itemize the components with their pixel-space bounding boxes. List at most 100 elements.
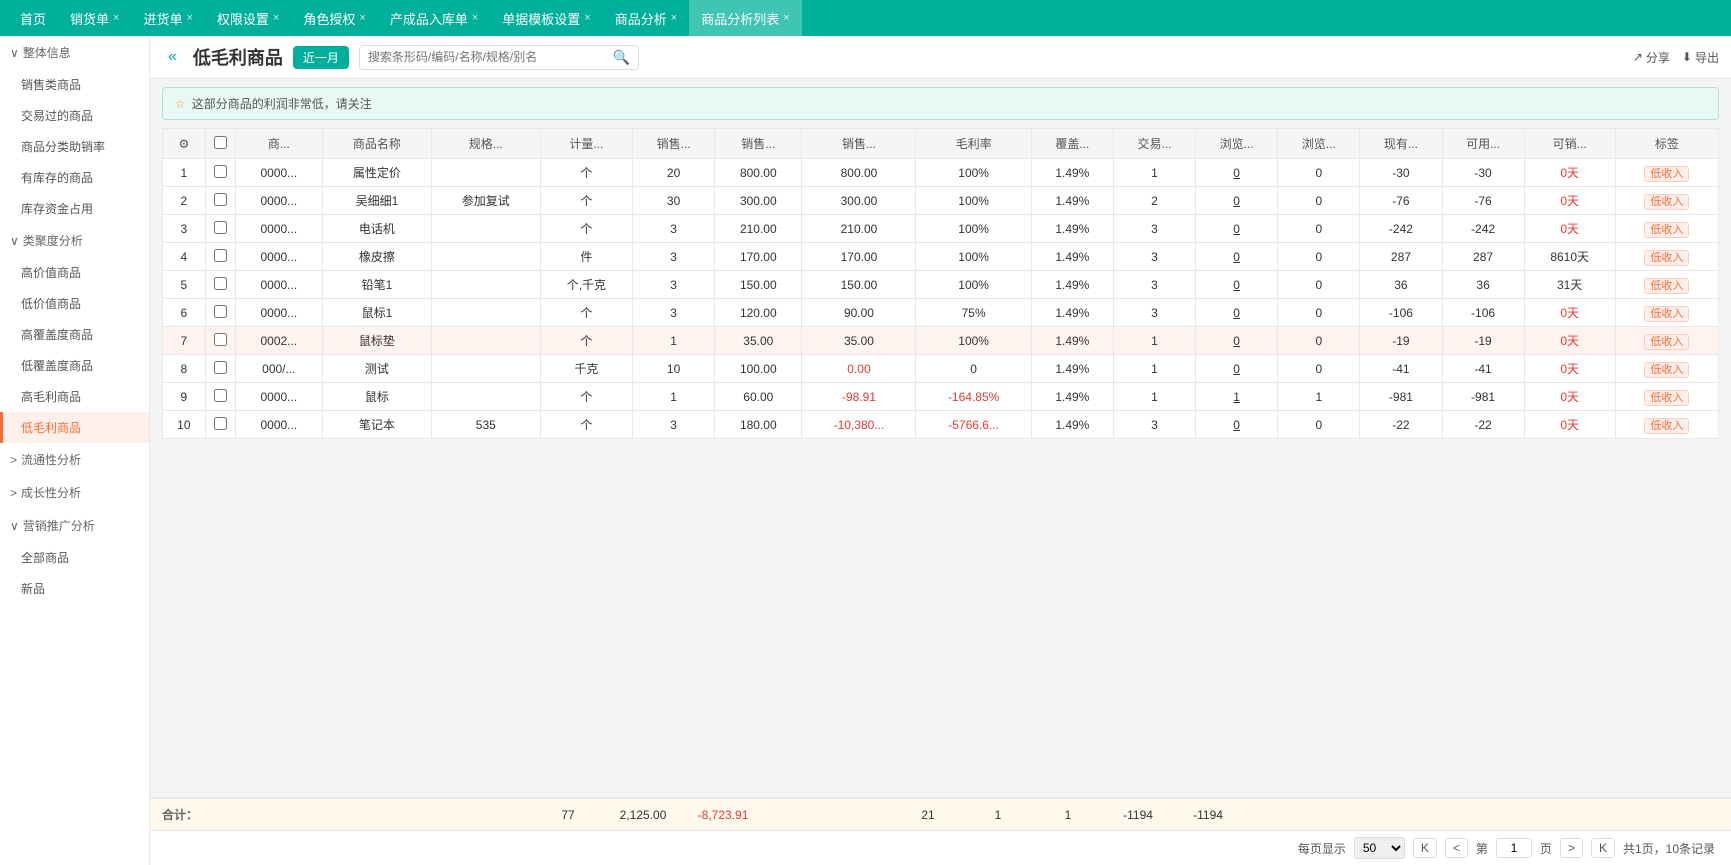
row-checkbox[interactable]: [214, 333, 227, 346]
sidebar-group-marketing[interactable]: ∨ 营销推广分析: [0, 509, 149, 542]
nav-permissions-close[interactable]: ×: [273, 12, 279, 24]
row-view1-cell[interactable]: 0: [1196, 327, 1278, 355]
nav-home[interactable]: 首页: [8, 0, 58, 36]
row-view1-cell[interactable]: 0: [1196, 215, 1278, 243]
page-size-select[interactable]: 50 100 200: [1354, 837, 1405, 859]
row-trade-cell: 3: [1113, 243, 1195, 271]
search-box[interactable]: 🔍: [359, 45, 639, 70]
row-checkbox-cell[interactable]: [205, 271, 235, 299]
sidebar-item-low-margin[interactable]: 低毛利商品: [0, 412, 149, 443]
sidebar-item-high-coverage[interactable]: 高覆盖度商品: [0, 319, 149, 350]
sidebar-group-liquidity[interactable]: > 流通性分析: [0, 443, 149, 476]
nav-template[interactable]: 单据模板设置 ×: [490, 0, 602, 36]
row-view1-cell[interactable]: 0: [1196, 299, 1278, 327]
export-button[interactable]: ⬇ 导出: [1682, 49, 1719, 66]
sidebar-item-new-products[interactable]: 新品: [0, 573, 149, 604]
row-sales-price-cell: 100.00: [715, 355, 802, 383]
nav-product-analysis-close[interactable]: ×: [671, 12, 677, 24]
row-checkbox[interactable]: [214, 417, 227, 430]
row-view1-cell[interactable]: 0: [1196, 243, 1278, 271]
row-checkbox-cell[interactable]: [205, 243, 235, 271]
row-checkbox[interactable]: [214, 389, 227, 402]
row-view1-cell[interactable]: 0: [1196, 411, 1278, 439]
nav-sales[interactable]: 销货单 ×: [58, 0, 131, 36]
col-settings[interactable]: ⚙: [163, 129, 206, 159]
row-checkbox-cell[interactable]: [205, 411, 235, 439]
nav-purchase-close[interactable]: ×: [186, 12, 192, 24]
row-trade-cell: 3: [1113, 271, 1195, 299]
sidebar-item-low-coverage[interactable]: 低覆盖度商品: [0, 350, 149, 381]
row-checkbox-cell[interactable]: [205, 327, 235, 355]
sidebar-item-high-value[interactable]: 高价值商品: [0, 257, 149, 288]
nav-product-analysis-list-close[interactable]: ×: [783, 12, 789, 24]
sidebar-group-overview[interactable]: ∨ 整体信息: [0, 36, 149, 69]
row-checkbox[interactable]: [214, 305, 227, 318]
sidebar-group-cluster[interactable]: ∨ 类聚度分析: [0, 224, 149, 257]
sidebar-item-in-stock[interactable]: 有库存的商品: [0, 162, 149, 193]
nav-product-entry[interactable]: 产成品入库单 ×: [378, 0, 490, 36]
row-trade-cell: 1: [1113, 159, 1195, 187]
row-sales-price-cell: 150.00: [715, 271, 802, 299]
row-checkbox[interactable]: [214, 165, 227, 178]
row-checkbox-cell[interactable]: [205, 159, 235, 187]
sidebar-item-all-products[interactable]: 全部商品: [0, 542, 149, 573]
row-checkbox-cell[interactable]: [205, 383, 235, 411]
table-row: 7 0002... 鼠标垫 个 1 35.00 35.00 100% 1.49%…: [163, 327, 1719, 355]
nav-roles-close[interactable]: ×: [359, 12, 365, 24]
sidebar-item-low-value[interactable]: 低价值商品: [0, 288, 149, 319]
sidebar-item-traded-products[interactable]: 交易过的商品: [0, 100, 149, 131]
export-icon: ⬇: [1682, 50, 1692, 64]
sidebar-collapse-button[interactable]: «: [162, 48, 183, 66]
first-page-button[interactable]: K: [1413, 838, 1437, 858]
last-page-button[interactable]: K: [1591, 838, 1615, 858]
nav-sales-close[interactable]: ×: [113, 12, 119, 24]
search-input[interactable]: [368, 50, 613, 64]
row-checkbox[interactable]: [214, 249, 227, 262]
row-checkbox[interactable]: [214, 221, 227, 234]
row-view1-cell[interactable]: 1: [1196, 383, 1278, 411]
time-filter-button[interactable]: 近一月: [293, 46, 349, 69]
tag-badge: 低收入: [1644, 250, 1689, 266]
row-checkbox-cell[interactable]: [205, 215, 235, 243]
row-view1-cell[interactable]: 0: [1196, 355, 1278, 383]
row-checkbox[interactable]: [214, 361, 227, 374]
select-all-checkbox[interactable]: [214, 136, 227, 149]
prev-page-button[interactable]: <: [1445, 838, 1468, 858]
share-button[interactable]: ↗ 分享: [1633, 49, 1670, 66]
row-sales-amount-cell: -98.91: [802, 383, 916, 411]
row-view1-cell[interactable]: 0: [1196, 271, 1278, 299]
sidebar-item-high-margin[interactable]: 高毛利商品: [0, 381, 149, 412]
row-checkbox[interactable]: [214, 193, 227, 206]
col-select-all[interactable]: [205, 129, 235, 159]
nav-roles[interactable]: 角色授权 ×: [291, 0, 377, 36]
col-view1-header: 浏览...: [1196, 129, 1278, 159]
row-view2-cell: 0: [1278, 299, 1360, 327]
row-sales-amount-cell: 800.00: [802, 159, 916, 187]
row-trade-cell: 1: [1113, 383, 1195, 411]
nav-template-close[interactable]: ×: [584, 12, 590, 24]
row-code-cell: 0000...: [235, 383, 322, 411]
table-area: ⚙ 商... 商品名称 规格... 计量... 销售... 销售... 销售..…: [150, 128, 1731, 797]
row-checkbox-cell[interactable]: [205, 299, 235, 327]
row-checkbox-cell[interactable]: [205, 355, 235, 383]
nav-product-entry-close[interactable]: ×: [472, 12, 478, 24]
row-view1-cell[interactable]: 0: [1196, 159, 1278, 187]
sidebar-item-stock-capital[interactable]: 库存资金占用: [0, 193, 149, 224]
page-number-input[interactable]: [1496, 838, 1532, 858]
sidebar-item-category-rate[interactable]: 商品分类助销率: [0, 131, 149, 162]
row-checkbox[interactable]: [214, 277, 227, 290]
sidebar-item-sales-products[interactable]: 销售类商品: [0, 69, 149, 100]
row-tag-cell: 低收入: [1615, 187, 1718, 215]
row-code-cell: 0000...: [235, 187, 322, 215]
row-view1-cell[interactable]: 0: [1196, 187, 1278, 215]
row-sales-price-cell: 180.00: [715, 411, 802, 439]
nav-purchase[interactable]: 进货单 ×: [131, 0, 204, 36]
nav-product-analysis[interactable]: 商品分析 ×: [603, 0, 689, 36]
nav-product-analysis-list[interactable]: 商品分析列表 ×: [689, 0, 801, 36]
tag-badge: 低收入: [1644, 222, 1689, 238]
nav-permissions[interactable]: 权限设置 ×: [205, 0, 291, 36]
sidebar-group-growth[interactable]: > 成长性分析: [0, 476, 149, 509]
share-icon: ↗: [1633, 50, 1643, 64]
next-page-button[interactable]: >: [1560, 838, 1583, 858]
row-checkbox-cell[interactable]: [205, 187, 235, 215]
